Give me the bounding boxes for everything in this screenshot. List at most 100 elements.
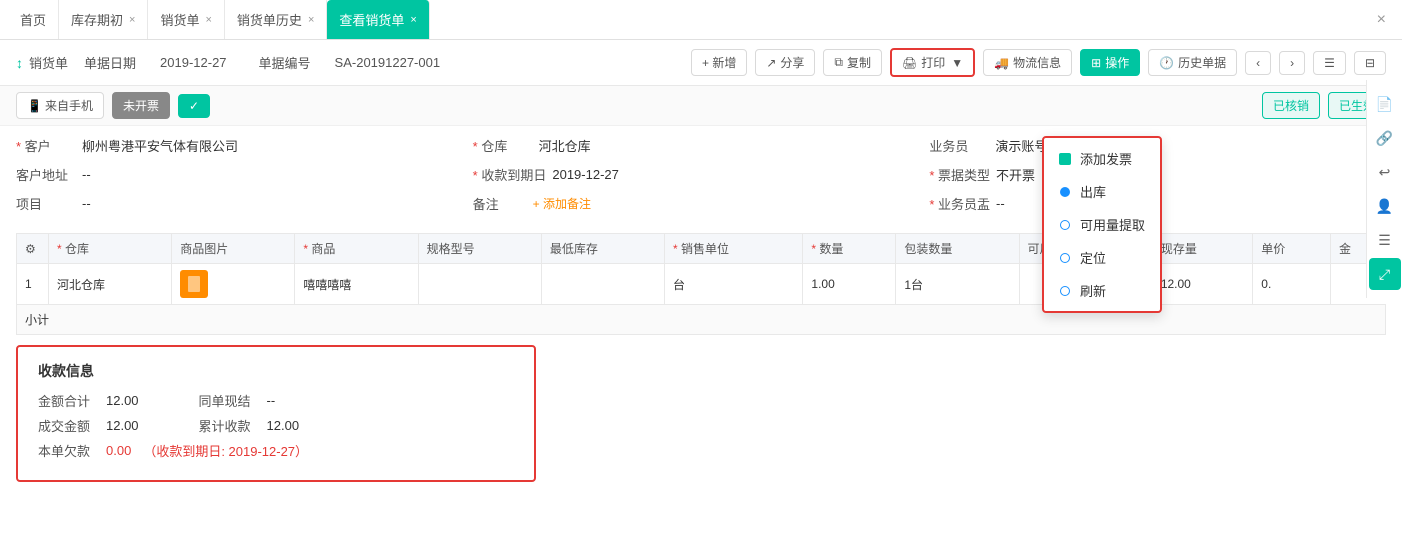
sidebar-icon-menu[interactable]: ☰ [1369,224,1401,256]
th-product: 商品 [295,234,418,264]
salesperson-value[interactable]: -- [996,196,1005,211]
tab-close-view-sales[interactable]: × [410,14,416,26]
doc-title: ↕ 销货单 [16,53,68,72]
status-sold-button[interactable]: 已核销 [1262,92,1320,119]
tab-sales-order[interactable]: 销货单 × [148,0,224,39]
cell-warehouse: 河北仓库 [49,264,172,305]
tab-sales-history[interactable]: 销货单历史 × [225,0,327,39]
balance-label: 本单欠款 [38,441,98,460]
cell-product-img [172,264,295,305]
history-icon: 🕐 [1159,56,1174,70]
subtotal-row: 小计 [17,305,1386,335]
summary-row-3: 本单欠款 0.00 （收款到期日: 2019-12-27） [38,441,514,460]
right-sidebar: 📄 🔗 ↩ 👤 ☰ ⤢ [1366,80,1402,298]
doc-header: ↕ 销货单 单据日期 2019-12-27 单据编号 SA-20191227-0… [0,40,1402,86]
note-label: 备注 [473,194,533,213]
detail-view-button[interactable]: ⊟ [1354,51,1386,75]
tab-close-sales-history[interactable]: × [308,14,314,26]
from-phone-button[interactable]: 📱 来自手机 [16,92,104,119]
form-row-3: 项目 -- 备注 添加备注 业务员盂 -- [16,194,1386,213]
cell-product: 嘻嘻嘻嘻 [295,264,418,305]
th-quantity: 数量 [803,234,896,264]
th-unit-price: 单价 [1253,234,1331,264]
same-order-label: 同单现结 [199,391,259,410]
date-label: 单据日期 [84,53,136,72]
add-invoice-item[interactable]: 添加发票 [1044,142,1160,175]
tab-inventory-init[interactable]: 库存期初 × [59,0,148,39]
warehouse-value[interactable]: 河北仓库 [539,136,591,155]
new-button[interactable]: + 新增 [691,49,747,76]
summary-row-1: 金额合计 12.00 同单现结 -- [38,391,514,410]
table-header-row: ⚙ 仓库 商品图片 商品 规格型号 最低库存 销售单位 数量 包装数量 可用量 … [17,234,1386,264]
table-section: ⚙ 仓库 商品图片 商品 规格型号 最低库存 销售单位 数量 包装数量 可用量 … [0,233,1402,335]
add-note-button[interactable]: 添加备注 [533,195,591,212]
cell-spec [418,264,541,305]
product-table: ⚙ 仓库 商品图片 商品 规格型号 最低库存 销售单位 数量 包装数量 可用量 … [16,233,1386,335]
copy-button[interactable]: ⧉ 复制 [823,49,882,76]
tab-bar: 首页 库存期初 × 销货单 × 销货单历史 × 查看销货单 × × [0,0,1402,40]
project-value[interactable]: -- [82,196,91,211]
refresh-item[interactable]: 刷新 [1044,274,1160,307]
cell-min-stock [541,264,664,305]
truck-icon: 🚚 [994,56,1009,70]
sidebar-icon-back[interactable]: ↩ [1369,156,1401,188]
sidebar-icon-expand[interactable]: ⤢ [1369,258,1401,290]
project-label: 项目 [16,194,76,213]
cumulative-payment-item: 累计收款 12.00 [199,416,300,435]
locate-icon [1058,251,1072,265]
tab-bar-close[interactable]: × [1369,11,1394,29]
sidebar-icon-link[interactable]: 🔗 [1369,122,1401,154]
doc-meta: 单据日期 2019-12-27 单据编号 SA-20191227-001 [84,53,440,72]
phone-icon: 📱 [27,99,42,113]
history-button[interactable]: 🕐 历史单据 [1148,49,1237,76]
share-icon: ↗ [766,56,776,70]
share-button[interactable]: ↗ 分享 [755,49,815,76]
address-field: 客户地址 -- [16,165,473,184]
ticket-value[interactable]: 不开票 [996,165,1035,184]
sidebar-icon-doc[interactable]: 📄 [1369,88,1401,120]
main-content: ↕ 销货单 单据日期 2019-12-27 单据编号 SA-20191227-0… [0,40,1402,533]
available-qty-item[interactable]: 可用量提取 [1044,208,1160,241]
print-button[interactable]: 🖨 打印 ▼ [890,48,975,77]
address-value[interactable]: -- [82,167,91,182]
payment-date-value[interactable]: 2019-12-27 [552,167,619,182]
tab-view-sales[interactable]: 查看销货单 × [327,0,429,39]
payment-date-label: 收款到期日 [473,165,547,184]
date-value: 2019-12-27 [160,55,227,70]
customer-value[interactable]: 柳州粤港平安气体有限公司 [82,136,238,155]
subtotal-label: 小计 [17,305,1386,335]
salesperson-label: 业务员盂 [929,194,990,213]
prev-record-button[interactable]: ‹ [1245,51,1271,75]
balance-value: 0.00 [106,443,131,458]
refresh-icon [1058,284,1072,298]
staff-value: 演示账号 [995,136,1047,155]
not-open-button[interactable]: 未开票 [112,92,170,119]
th-settings[interactable]: ⚙ [17,234,49,264]
sidebar-icon-user[interactable]: 👤 [1369,190,1401,222]
operations-button[interactable]: ⊞ 操作 [1080,49,1140,76]
outbound-icon [1058,185,1072,199]
grid-icon: ⊞ [1091,56,1101,70]
add-invoice-icon [1058,152,1072,166]
cell-quantity: 1.00 [803,264,896,305]
print-dropdown-icon: ▼ [951,56,963,70]
next-record-button[interactable]: › [1279,51,1305,75]
confirm-button[interactable]: ✓ [178,94,210,118]
locate-item[interactable]: 定位 [1044,241,1160,274]
table-row: 1 河北仓库 嘻嘻嘻嘻 台 1.00 1台 12.00 0. [17,264,1386,305]
outbound-item[interactable]: 出库 [1044,175,1160,208]
cell-pack-qty: 1台 [896,264,1019,305]
tab-close-sales-order[interactable]: × [205,14,211,26]
logistics-button[interactable]: 🚚 物流信息 [983,49,1072,76]
tab-close-inventory-init[interactable]: × [129,14,135,26]
payment-date-field: 收款到期日 2019-12-27 [473,165,930,184]
summary-title: 收款信息 [38,361,514,381]
cell-row-num: 1 [17,264,49,305]
check-icon: ✓ [189,99,199,113]
list-view-button[interactable]: ☰ [1313,51,1346,75]
th-min-stock: 最低库存 [541,234,664,264]
cell-sales-unit: 台 [665,264,803,305]
same-order-value: -- [267,393,276,408]
tab-home[interactable]: 首页 [8,0,59,39]
summary-row-2: 成交金额 12.00 累计收款 12.00 [38,416,514,435]
